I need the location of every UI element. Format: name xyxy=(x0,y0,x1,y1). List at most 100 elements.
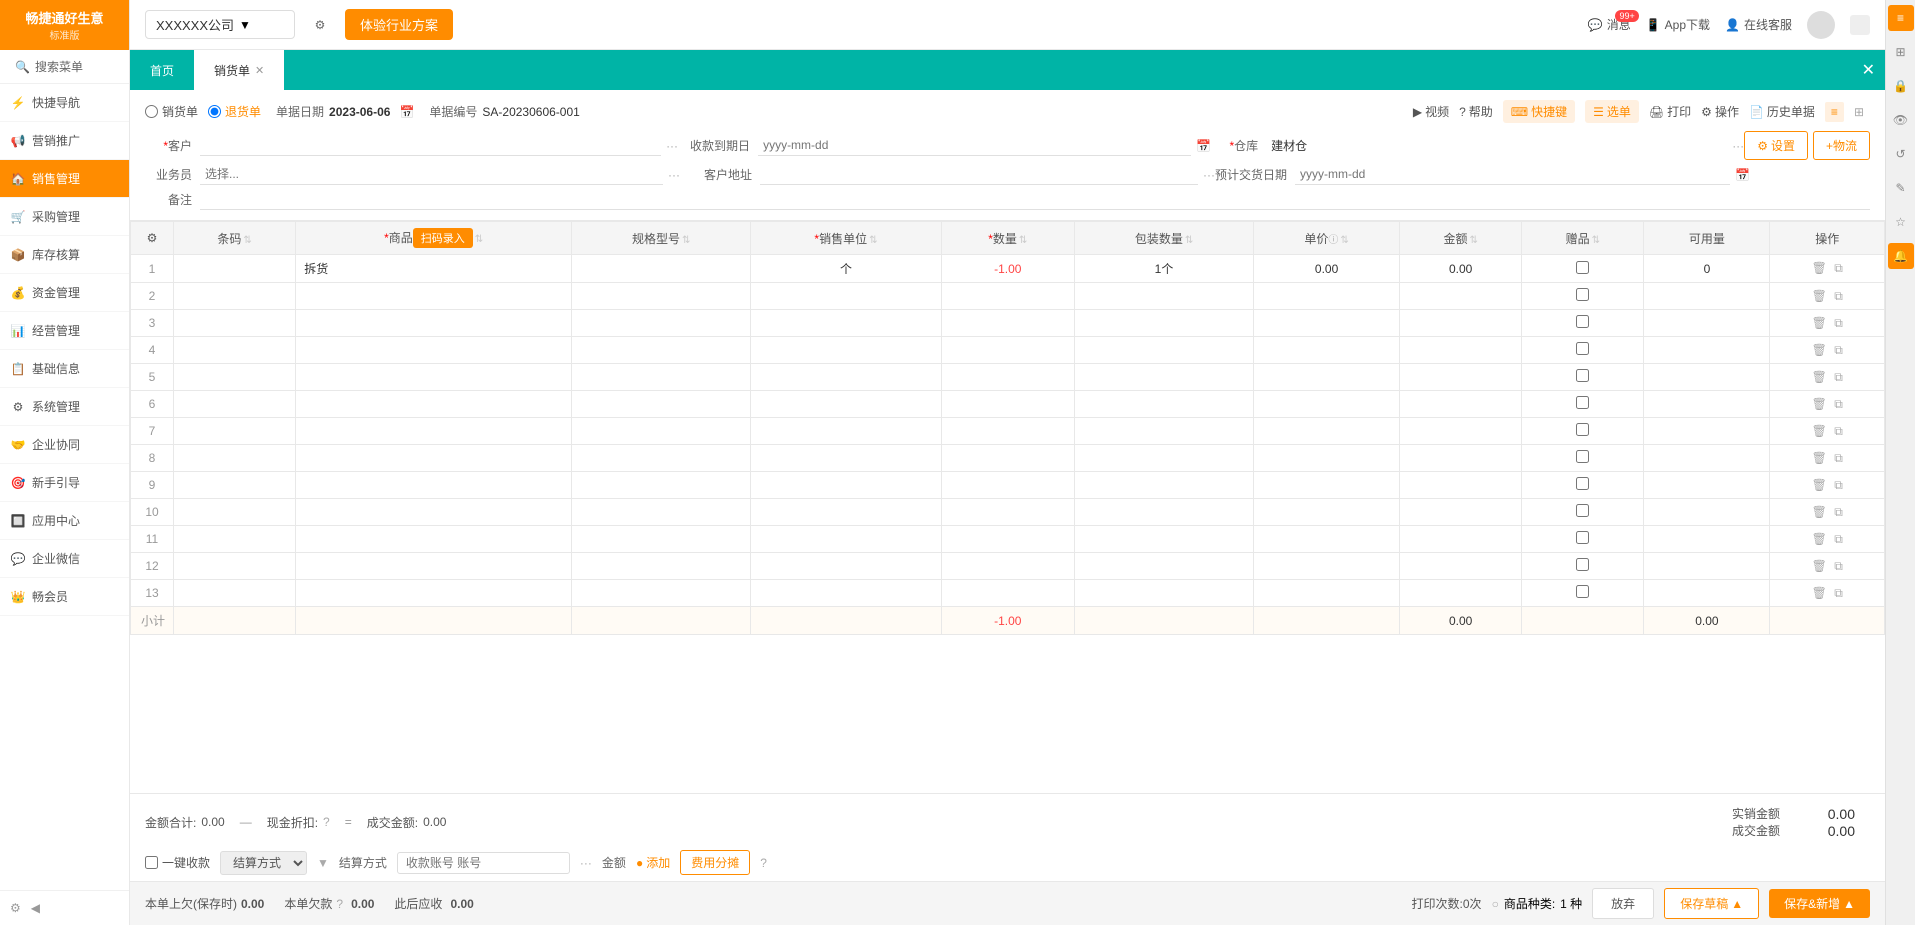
setup-button[interactable]: ⚙ 设置 xyxy=(1744,131,1808,160)
row-amount-2[interactable] xyxy=(1400,310,1522,337)
row-settings-cell-1[interactable]: 2 xyxy=(131,283,174,310)
app-download-button[interactable]: 📱 App下载 xyxy=(1646,16,1710,33)
row-sales-unit-8[interactable] xyxy=(751,472,941,499)
row-product-7[interactable] xyxy=(296,445,572,472)
delete-icon-5[interactable]: 🗑 xyxy=(1812,397,1827,411)
row-pkg-qty-10[interactable] xyxy=(1074,526,1253,553)
row-product-11[interactable] xyxy=(296,553,572,580)
row-settings-cell-4[interactable]: 5 xyxy=(131,364,174,391)
row-unit-price-1[interactable] xyxy=(1254,283,1400,310)
expected-date-input[interactable] xyxy=(1295,164,1730,185)
salesperson-input[interactable] xyxy=(200,164,663,185)
row-sales-unit-3[interactable] xyxy=(751,337,941,364)
quantity-sort[interactable]: ⇅ xyxy=(1019,235,1027,246)
sidebar-item-apps[interactable]: 🔲 应用中心 xyxy=(0,502,129,540)
tab-close-icon[interactable]: ✕ xyxy=(255,64,264,77)
message-button[interactable]: 💬 消息 99+ xyxy=(1588,16,1631,33)
row-settings-cell-6[interactable]: 7 xyxy=(131,418,174,445)
copy-icon-8[interactable]: ⧉ xyxy=(1834,478,1843,492)
row-product-1[interactable] xyxy=(296,283,572,310)
right-panel-grid-icon[interactable]: ⊞ xyxy=(1888,39,1914,65)
bill-number-value[interactable]: SA-20230606-001 xyxy=(482,105,579,119)
list-view-icon[interactable]: ≡ xyxy=(1825,102,1844,122)
delete-icon-0[interactable]: 🗑 xyxy=(1812,261,1827,275)
payment-method-select[interactable]: 结算方式 xyxy=(220,851,307,875)
row-pkg-qty-6[interactable] xyxy=(1074,418,1253,445)
sidebar-item-sales[interactable]: 🏠 销售管理 xyxy=(0,160,129,198)
row-quantity-9[interactable] xyxy=(941,499,1074,526)
row-pkg-qty-11[interactable] xyxy=(1074,553,1253,580)
row-sales-unit-4[interactable] xyxy=(751,364,941,391)
delete-icon-6[interactable]: 🗑 xyxy=(1812,424,1827,438)
row-amount-3[interactable] xyxy=(1400,337,1522,364)
row-spec-3[interactable] xyxy=(572,337,751,364)
row-unit-price-0[interactable]: 0.00 xyxy=(1254,255,1400,283)
row-amount-1[interactable] xyxy=(1400,283,1522,310)
sidebar-collapse-icon[interactable]: ◀ xyxy=(31,901,40,915)
row-gift-0[interactable] xyxy=(1522,255,1644,283)
copy-icon-10[interactable]: ⧉ xyxy=(1834,532,1843,546)
scan-button[interactable]: 扫码录入 xyxy=(413,228,473,248)
tab-sales-order[interactable]: 销货单 ✕ xyxy=(194,50,284,90)
copy-icon-2[interactable]: ⧉ xyxy=(1834,316,1843,330)
expense-split-button[interactable]: 费用分摊 xyxy=(680,850,750,875)
row-sales-unit-0[interactable]: 个 xyxy=(751,255,941,283)
delete-icon-2[interactable]: 🗑 xyxy=(1812,316,1827,330)
user-avatar-2[interactable] xyxy=(1850,15,1870,35)
row-barcode-4[interactable] xyxy=(174,364,296,391)
history-btn[interactable]: 📄 历史单据 xyxy=(1749,103,1815,120)
row-barcode-11[interactable] xyxy=(174,553,296,580)
delete-icon-12[interactable]: 🗑 xyxy=(1812,586,1827,600)
row-quantity-12[interactable] xyxy=(941,580,1074,607)
row-pkg-qty-4[interactable] xyxy=(1074,364,1253,391)
salesperson-dots-icon[interactable]: ··· xyxy=(668,168,680,182)
row-product-0[interactable]: 拆货 xyxy=(296,255,572,283)
due-date-calendar-icon[interactable]: 📅 xyxy=(1196,139,1211,153)
user-avatar[interactable] xyxy=(1807,11,1835,39)
row-amount-8[interactable] xyxy=(1400,472,1522,499)
right-panel-edit-icon[interactable]: ✎ xyxy=(1888,175,1914,201)
discard-button[interactable]: 放弃 xyxy=(1592,888,1654,919)
row-barcode-9[interactable] xyxy=(174,499,296,526)
row-product-6[interactable] xyxy=(296,418,572,445)
row-spec-7[interactable] xyxy=(572,445,751,472)
operation-btn[interactable]: ⚙ 操作 xyxy=(1701,103,1739,120)
row-pkg-qty-12[interactable] xyxy=(1074,580,1253,607)
row-quantity-5[interactable] xyxy=(941,391,1074,418)
delete-icon-4[interactable]: 🗑 xyxy=(1812,370,1827,384)
row-product-12[interactable] xyxy=(296,580,572,607)
row-gift-1[interactable] xyxy=(1522,283,1644,310)
row-amount-0[interactable]: 0.00 xyxy=(1400,255,1522,283)
copy-icon-6[interactable]: ⧉ xyxy=(1834,424,1843,438)
row-spec-8[interactable] xyxy=(572,472,751,499)
calendar-icon[interactable]: 📅 xyxy=(399,105,414,119)
row-spec-2[interactable] xyxy=(572,310,751,337)
row-quantity-1[interactable] xyxy=(941,283,1074,310)
spec-sort[interactable]: ⇅ xyxy=(682,235,690,246)
row-quantity-0[interactable]: -1.00 xyxy=(941,255,1074,283)
video-btn[interactable]: ▶ 视频 xyxy=(1413,103,1449,120)
row-sales-unit-12[interactable] xyxy=(751,580,941,607)
pkg-qty-sort[interactable]: ⇅ xyxy=(1185,235,1193,246)
delete-icon-7[interactable]: 🗑 xyxy=(1812,451,1827,465)
row-quantity-11[interactable] xyxy=(941,553,1074,580)
row-unit-price-4[interactable] xyxy=(1254,364,1400,391)
gift-checkbox-5[interactable] xyxy=(1576,396,1589,409)
copy-icon-9[interactable]: ⧉ xyxy=(1834,505,1843,519)
delete-icon-10[interactable]: 🗑 xyxy=(1812,532,1827,546)
row-gift-11[interactable] xyxy=(1522,553,1644,580)
row-sales-unit-11[interactable] xyxy=(751,553,941,580)
close-window-icon[interactable]: ✕ xyxy=(1852,60,1885,80)
row-pkg-qty-1[interactable] xyxy=(1074,283,1253,310)
gift-checkbox-10[interactable] xyxy=(1576,531,1589,544)
product-sort[interactable]: ⇅ xyxy=(475,234,483,245)
gift-sort[interactable]: ⇅ xyxy=(1592,235,1600,246)
row-gift-7[interactable] xyxy=(1522,445,1644,472)
return-bill-radio[interactable]: 退货单 xyxy=(208,103,261,120)
unit-price-sort[interactable]: ⇅ xyxy=(1340,235,1348,246)
row-spec-9[interactable] xyxy=(572,499,751,526)
sidebar-item-wechat[interactable]: 💬 企业微信 xyxy=(0,540,129,578)
shortcut-btn[interactable]: ⌨ 快捷键 xyxy=(1503,100,1575,123)
row-barcode-8[interactable] xyxy=(174,472,296,499)
row-barcode-3[interactable] xyxy=(174,337,296,364)
